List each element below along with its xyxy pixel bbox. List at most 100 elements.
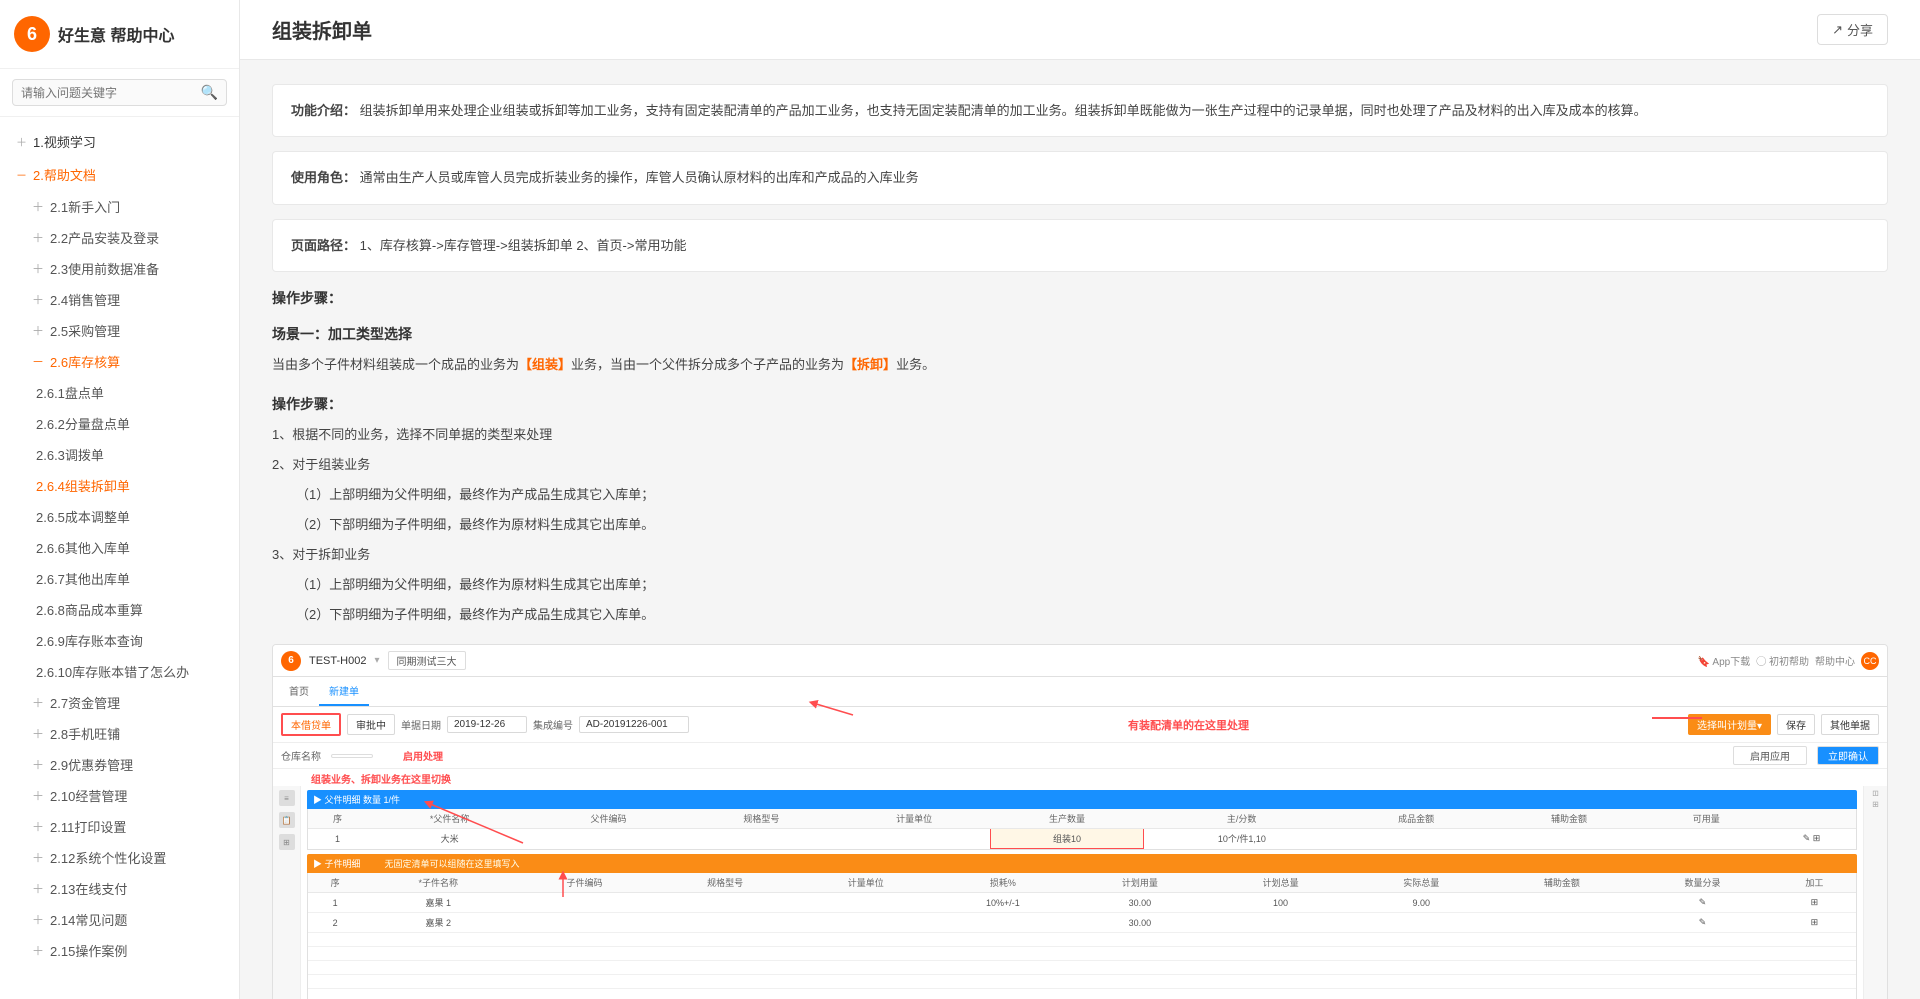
sim-btd-entry: ✎ [1632,893,1773,913]
sidebar-item-2-6-2[interactable]: 2.6.2分量盘点单 [16,408,239,439]
minus-icon-2: － [16,167,27,183]
step2-sub1: （1）上部明细为父件明细，最终作为产成品生成其它入库单； [296,482,1888,508]
sidebar-item-2-6-10[interactable]: 2.6.10库存账本错了怎么办 [16,656,239,687]
role-label: 使用角色： [291,170,356,185]
sidebar-item-2-9[interactable]: ＋ 2.9优惠券管理 [0,749,239,780]
sidebar-item-2-6-8[interactable]: 2.6.8商品成本重算 [16,594,239,625]
sim-side-icon-3: ⊞ [279,834,295,850]
table-row [308,975,1856,989]
sim-td-finish [1340,829,1493,849]
sidebar-label-2-14: 2.14常见问题 [50,910,127,929]
sidebar-label-2-6-10: 2.6.10库存账本错了怎么办 [36,662,189,681]
sidebar-item-2-6-3[interactable]: 2.6.3调拨单 [16,439,239,470]
sim-th-parent-code: 父件编码 [532,809,685,829]
sidebar-item-2-7[interactable]: ＋ 2.7资金管理 [0,687,239,718]
sidebar-item-2-6-7[interactable]: 2.6.7其他出库单 [16,563,239,594]
annotation-business-text: 组装业务、拆卸业务在这里切换 [311,771,451,786]
sidebar-label-2-11: 2.11打印设置 [50,817,126,836]
plus-icon-2-13: ＋ [32,880,44,897]
sim-bottom-section-label: ▶ 子件明细 [313,857,361,870]
scene-desc: 当由多个子件材料组装成一个成品的业务为【组装】业务，当由一个父件拆分成多个子产品… [272,352,1888,378]
sim-bottom-table-body: 1 嘉果 1 10%+/-1 30.00 100 9.00 [308,893,1856,999]
sim-top-table-header: ▶ 父件明细 数量 1/件 [307,790,1857,809]
plus-icon-2-11: ＋ [32,818,44,835]
sim-top-table-body: 1 大米 组装10 10个/件1,10 [308,829,1856,849]
sidebar-item-2-13[interactable]: ＋ 2.13在线支付 [0,873,239,904]
sim-td-qty: 组装10 [991,829,1144,849]
minus-icon-2-6: － [32,353,44,370]
search-area: 🔍 [0,69,239,117]
sidebar-label-2-5: 2.5采购管理 [50,321,120,340]
sim-btd-entry2: ✎ [1632,913,1773,933]
sim-btn-disassemble: 审批中 [347,714,395,735]
sim-btd-plan: 30.00 [1070,893,1211,913]
main-scroll[interactable]: 功能介绍： 组装拆卸单用来处理企业组装或拆卸等加工业务，支持有固定装配清单的产品… [240,60,1920,999]
sim-left-panel: ≡ 📋 ⊞ [273,786,301,999]
sim-td-unit [838,829,991,849]
search-box: 🔍 [12,79,227,106]
plus-icon-2-12: ＋ [32,849,44,866]
sidebar-label-2-15: 2.15操作案例 [50,941,127,960]
sim-btd-loss: 10%+/-1 [936,893,1070,913]
sidebar-item-2-6-6[interactable]: 2.6.6其他入库单 [16,532,239,563]
sim-right-icon-1: ⊟ [1871,790,1880,797]
sim-th-main: 主/分数 [1143,809,1339,829]
app-name: 好生意 帮助中心 [58,22,174,46]
page-title: 组装拆卸单 [272,15,372,44]
plus-icon-2-7: ＋ [32,694,44,711]
step3: 3、对于拆卸业务 [272,542,1888,568]
sim-usable-box: 启用应用 [1733,746,1807,765]
sidebar-item-2-10[interactable]: ＋ 2.10经营管理 [0,780,239,811]
sim-screen: 6 TEST-H002 ▾ 同期测试三大 🔖 App下载 ◯ 初初帮助 帮助中心… [273,645,1887,999]
sidebar-item-2-6[interactable]: － 2.6库存核算 [0,346,239,377]
sidebar-item-2-6-4[interactable]: 2.6.4组装拆卸单 [16,470,239,501]
sim-bth-loss: 损耗% [936,873,1070,893]
sim-btd-aux [1492,893,1633,913]
sidebar-item-2-2[interactable]: ＋ 2.2产品安装及登录 [0,222,239,253]
search-icon[interactable]: 🔍 [201,84,218,101]
main-content: 组装拆卸单 ↗ 分享 功能介绍： 组装拆卸单用来处理企业组装或拆卸等加工业务，支… [240,0,1920,999]
sidebar-item-2-6-1[interactable]: 2.6.1盘点单 [16,377,239,408]
annotation-usable-text: 启用处理 [403,748,1723,763]
sidebar-label-2-3: 2.3使用前数据准备 [50,259,159,278]
sidebar-item-2-1[interactable]: ＋ 2.1新手入门 [0,191,239,222]
sidebar-item-2-11[interactable]: ＋ 2.11打印设置 [0,811,239,842]
sim-subtabs: 首页 新建单 [273,677,1887,707]
share-button[interactable]: ↗ 分享 [1817,14,1888,45]
sim-btd-process2: ⊞ [1773,913,1856,933]
sidebar-item-2-4[interactable]: ＋ 2.4销售管理 [0,284,239,315]
table-row [308,961,1856,975]
sidebar-item-2-12[interactable]: ＋ 2.12系统个性化设置 [0,842,239,873]
sidebar-item-2-14[interactable]: ＋ 2.14常见问题 [0,904,239,935]
sim-th-action [1767,809,1856,829]
share-label: 分享 [1847,20,1873,39]
sidebar-label-2-4: 2.4销售管理 [50,290,120,309]
sim-td-edit: ✎ ⊞ [1767,829,1856,849]
sim-bottom-table-wrapper: 序 *子件名称 子件编码 规格型号 计量单位 损耗% 计划用量 计划总量 实际总 [307,873,1857,999]
annotation-processing-text: 有装配清单的在这里处理 [695,717,1682,733]
sim-btd-name2: 嘉果 2 [362,913,514,933]
sim-company: TEST-H002 [309,655,366,667]
sidebar-item-2-5[interactable]: ＋ 2.5采购管理 [0,315,239,346]
annotation-inline-text: 无固定清单可以组随在这里填写入 [385,857,520,870]
sim-store-input [331,754,373,758]
sim-top-table: 序 *父件名称 父件编码 规格型号 计量单位 生产数量 主/分数 成品金额 辅助 [308,809,1856,849]
sidebar-label-2-12: 2.12系统个性化设置 [50,848,166,867]
sim-tab-home: 首页 [279,677,319,706]
sidebar-item-2-3[interactable]: ＋ 2.3使用前数据准备 [0,253,239,284]
sidebar-item-1[interactable]: ＋ 1.视频学习 [0,125,239,158]
sim-topbar: 6 TEST-H002 ▾ 同期测试三大 🔖 App下载 ◯ 初初帮助 帮助中心… [273,645,1887,677]
sidebar-item-2-8[interactable]: ＋ 2.8手机旺铺 [0,718,239,749]
sim-bth-ccode: 子件编码 [514,873,655,893]
sim-btd-loss2 [936,913,1070,933]
sim-btd-plan2: 30.00 [1070,913,1211,933]
table-row: 1 嘉果 1 10%+/-1 30.00 100 9.00 [308,893,1856,913]
step2: 2、对于组装业务 [272,452,1888,478]
sidebar-item-2-6-9[interactable]: 2.6.9库存账本查询 [16,625,239,656]
search-input[interactable] [21,86,201,100]
sim-btd-spec [655,893,796,913]
sidebar-item-2-15[interactable]: ＋ 2.15操作案例 [0,935,239,966]
sidebar-item-2-6-5[interactable]: 2.6.5成本调整单 [16,501,239,532]
sidebar-item-2[interactable]: － 2.帮助文档 [0,158,239,191]
plus-icon-2-9: ＋ [32,756,44,773]
